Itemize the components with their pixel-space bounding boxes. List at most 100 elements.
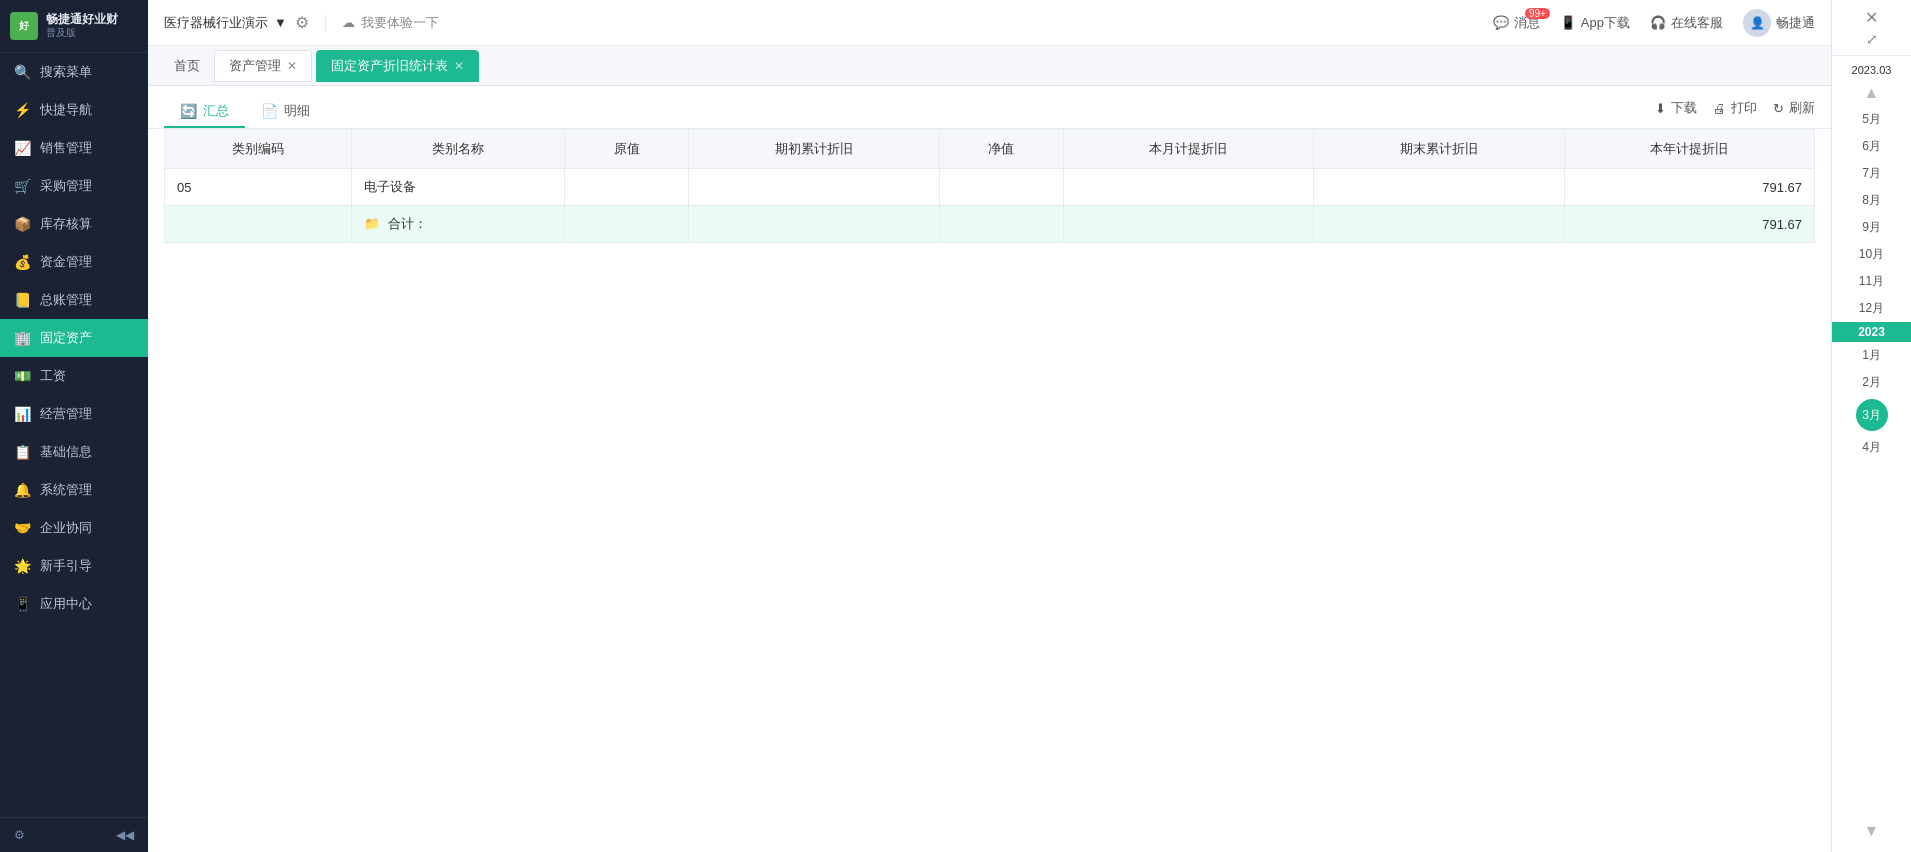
tabs-bar: 首页 资产管理 ✕ 固定资产折旧统计表 ✕ — [148, 46, 1831, 86]
row-opening-accumulated — [689, 169, 939, 206]
row-annual-dep: 791.67 — [1564, 169, 1814, 206]
sidebar-item-basic-info[interactable]: 📋 基础信息 — [0, 433, 148, 471]
panel-month-8[interactable]: 8月 — [1832, 187, 1911, 214]
settings-button[interactable]: ⚙ — [295, 13, 309, 32]
system-icon: 🔔 — [12, 482, 32, 498]
col-name: 类别名称 — [352, 130, 565, 169]
col-annual-dep: 本年计提折旧 — [1564, 130, 1814, 169]
company-selector[interactable]: 医疗器械行业演示 ▼ — [164, 14, 287, 32]
sidebar-item-label: 销售管理 — [40, 139, 92, 157]
avatar-icon: 👤 — [1750, 16, 1765, 30]
refresh-label: 刷新 — [1789, 99, 1815, 117]
sidebar-item-ledger[interactable]: 📒 总账管理 — [0, 281, 148, 319]
panel-month-7[interactable]: 7月 — [1832, 160, 1911, 187]
sidebar-item-fixed-assets[interactable]: 🏢 固定资产 — [0, 319, 148, 357]
fixed-assets-icon: 🏢 — [12, 330, 32, 346]
panel-month-6[interactable]: 6月 — [1832, 133, 1911, 160]
sidebar-item-label: 固定资产 — [40, 329, 92, 347]
tab-home[interactable]: 首页 — [164, 57, 210, 75]
download-label: 下载 — [1671, 99, 1697, 117]
tab-depreciation-label: 固定资产折旧统计表 — [331, 57, 448, 75]
experience-button[interactable]: ☁ 我要体验一下 — [325, 14, 439, 32]
download-icon: 📱 — [1560, 15, 1576, 30]
panel-close-button[interactable]: ✕ — [1865, 8, 1878, 27]
right-panel: ✕ ⤢ 2023.03 ▲ 5月 6月 7月 8月 9月 10月 11月 12月… — [1831, 0, 1911, 852]
panel-expand-button[interactable]: ⤢ — [1866, 31, 1878, 47]
row-closing-accumulated — [1314, 169, 1564, 206]
collapse-icon[interactable]: ◀◀ — [116, 828, 134, 842]
app-download-button[interactable]: 📱 App下载 — [1560, 14, 1630, 32]
tab-asset-mgmt[interactable]: 资产管理 ✕ — [214, 50, 312, 82]
panel-down-button[interactable]: ▼ — [1832, 818, 1911, 844]
sidebar-item-guide[interactable]: 🌟 新手引导 — [0, 547, 148, 585]
panel-month-3[interactable]: 3月 — [1856, 399, 1888, 431]
data-table: 类别编码 类别名称 原值 期初累计折旧 净值 本月计提折旧 期末累计折旧 本年计… — [148, 129, 1831, 852]
app-version: 普及版 — [46, 26, 118, 40]
online-service-button[interactable]: 🎧 在线客服 — [1650, 14, 1723, 32]
panel-month-1[interactable]: 1月 — [1832, 342, 1911, 369]
summary-row: 📁 合计： 791.67 — [165, 206, 1815, 243]
download-button[interactable]: ⬇ 下载 — [1655, 99, 1697, 117]
panel-month-4[interactable]: 4月 — [1832, 434, 1911, 461]
detail-label: 明细 — [284, 102, 310, 120]
sidebar-item-search[interactable]: 🔍 搜索菜单 — [0, 53, 148, 91]
inventory-icon: 📦 — [12, 216, 32, 232]
settings-icon[interactable]: ⚙ — [14, 828, 25, 842]
panel-year-marker: 2023 — [1832, 322, 1911, 342]
sidebar-item-enterprise[interactable]: 🤝 企业协同 — [0, 509, 148, 547]
service-icon: 🎧 — [1650, 15, 1666, 30]
sidebar-item-label: 新手引导 — [40, 557, 92, 575]
company-name: 医疗器械行业演示 — [164, 14, 268, 32]
close-icon[interactable]: ✕ — [454, 59, 464, 73]
sidebar-item-operations[interactable]: 📊 经营管理 — [0, 395, 148, 433]
col-closing-accumulated: 期末累计折旧 — [1314, 130, 1564, 169]
summary-icon: 🔄 — [180, 103, 197, 119]
sidebar-item-system[interactable]: 🔔 系统管理 — [0, 471, 148, 509]
purchase-icon: 🛒 — [12, 178, 32, 194]
col-opening-accumulated: 期初累计折旧 — [689, 130, 939, 169]
sidebar-item-quick-nav[interactable]: ⚡ 快捷导航 — [0, 91, 148, 129]
panel-month-3-container: 3月 — [1832, 396, 1911, 434]
message-icon: 💬 — [1493, 15, 1509, 30]
dropdown-icon: ▼ — [274, 15, 287, 30]
panel-month-2[interactable]: 2月 — [1832, 369, 1911, 396]
logo-icon: 好 — [10, 12, 38, 40]
app-name: 畅捷通好业财 — [46, 12, 118, 26]
panel-month-12[interactable]: 12月 — [1832, 295, 1911, 322]
sidebar-item-capital[interactable]: 💰 资金管理 — [0, 243, 148, 281]
ledger-icon: 📒 — [12, 292, 32, 308]
print-button[interactable]: 🖨 打印 — [1713, 99, 1757, 117]
sidebar-item-app-center[interactable]: 📱 应用中心 — [0, 585, 148, 623]
topbar-left: 医疗器械行业演示 ▼ ⚙ ☁ 我要体验一下 — [164, 13, 439, 32]
sidebar-item-label: 经营管理 — [40, 405, 92, 423]
refresh-icon: ↻ — [1773, 101, 1784, 116]
sidebar-header: 好 畅捷通好业财 普及版 — [0, 0, 148, 53]
sub-tab-summary[interactable]: 🔄 汇总 — [164, 96, 245, 128]
close-icon[interactable]: ✕ — [287, 59, 297, 73]
panel-up-button[interactable]: ▲ — [1832, 80, 1911, 106]
sub-tab-detail[interactable]: 📄 明细 — [245, 96, 326, 128]
print-icon: 🖨 — [1713, 101, 1726, 116]
user-label: 畅捷通 — [1776, 14, 1815, 32]
refresh-button[interactable]: ↻ 刷新 — [1773, 99, 1815, 117]
tab-depreciation-report[interactable]: 固定资产折旧统计表 ✕ — [316, 50, 479, 82]
home-label: 首页 — [174, 58, 200, 73]
panel-month-9[interactable]: 9月 — [1832, 214, 1911, 241]
sidebar-item-payroll[interactable]: 💵 工资 — [0, 357, 148, 395]
sidebar-item-sales[interactable]: 📈 销售管理 — [0, 129, 148, 167]
panel-month-10[interactable]: 10月 — [1832, 241, 1911, 268]
search-icon: 🔍 — [12, 64, 32, 80]
sidebar-item-purchase[interactable]: 🛒 采购管理 — [0, 167, 148, 205]
print-label: 打印 — [1731, 99, 1757, 117]
depreciation-table: 类别编码 类别名称 原值 期初累计折旧 净值 本月计提折旧 期末累计折旧 本年计… — [164, 129, 1815, 243]
panel-header: ✕ ⤢ — [1832, 8, 1911, 56]
sidebar-item-inventory[interactable]: 📦 库存核算 — [0, 205, 148, 243]
row-name: 电子设备 — [352, 169, 565, 206]
user-button[interactable]: 👤 畅捷通 — [1743, 9, 1815, 37]
messages-button[interactable]: 💬 消息 99+ — [1493, 14, 1540, 32]
sidebar-bottom: ⚙ ◀◀ — [0, 817, 148, 852]
panel-month-5[interactable]: 5月 — [1832, 106, 1911, 133]
panel-month-11[interactable]: 11月 — [1832, 268, 1911, 295]
table-row: 05 电子设备 791.67 — [165, 169, 1815, 206]
topbar: 医疗器械行业演示 ▼ ⚙ ☁ 我要体验一下 💬 消息 99+ 📱 App下载 🎧… — [148, 0, 1831, 46]
